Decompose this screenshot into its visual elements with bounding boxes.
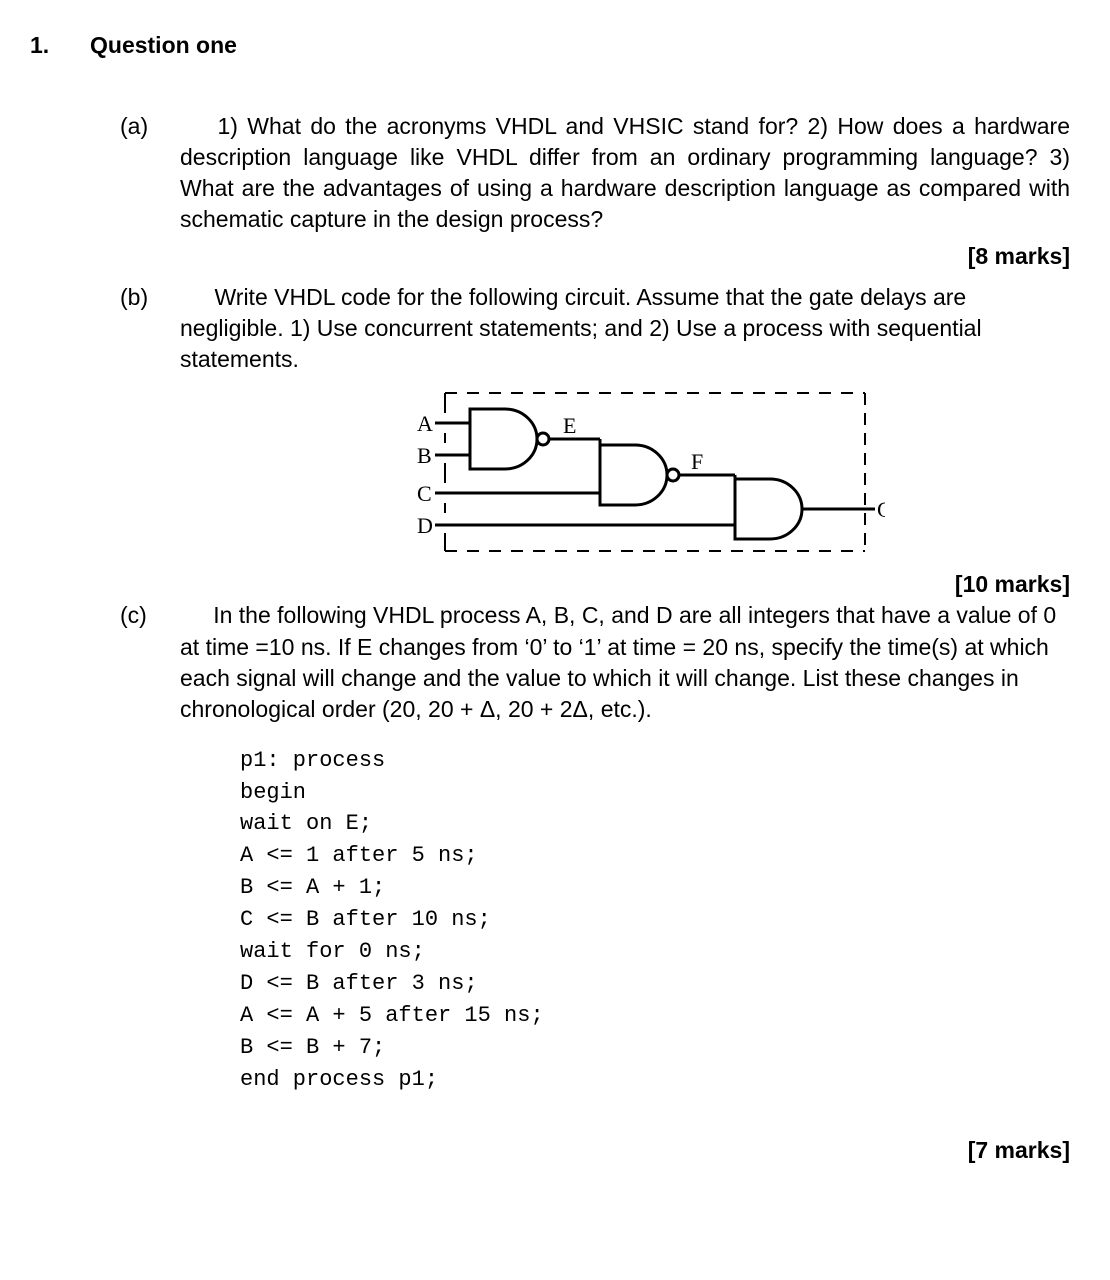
part-a-marks: [8 marks] [120,241,1070,272]
part-c-marks: [7 marks] [120,1135,1070,1166]
part-c-label: (c) [120,600,147,631]
input-d-label: D [417,513,433,538]
signal-e-label: E [563,413,576,438]
part-a-text: 1) What do the acronyms VHDL and VHSIC s… [180,113,1070,232]
part-a-label: (a) [120,111,148,142]
part-c: (c) (c) In the following VHDL process A,… [120,600,1070,1095]
circuit-diagram: A B C D E [365,383,885,563]
question-body: (a) (a) 1) What do the acronyms VHDL and… [120,111,1070,1166]
part-b-text: Write VHDL code for the following circui… [180,284,982,372]
output-g-label: G [877,497,885,522]
input-c-label: C [417,481,432,506]
part-b-marks: [10 marks] [120,569,1070,600]
signal-f-label: F [691,449,703,474]
question-title: Question one [90,30,237,61]
input-b-label: B [417,443,432,468]
part-b-label: (b) [120,282,148,313]
input-a-label: A [417,411,433,436]
part-c-text: In the following VHDL process A, B, C, a… [180,602,1056,721]
question-number: 1. [30,30,90,61]
part-b: (b) (b) Write VHDL code for the followin… [120,282,1070,563]
question-header: 1. Question one [30,30,1070,61]
vhdl-code-block: p1: process begin wait on E; A <= 1 afte… [240,745,1070,1096]
part-a: (a) (a) 1) What do the acronyms VHDL and… [120,111,1070,235]
